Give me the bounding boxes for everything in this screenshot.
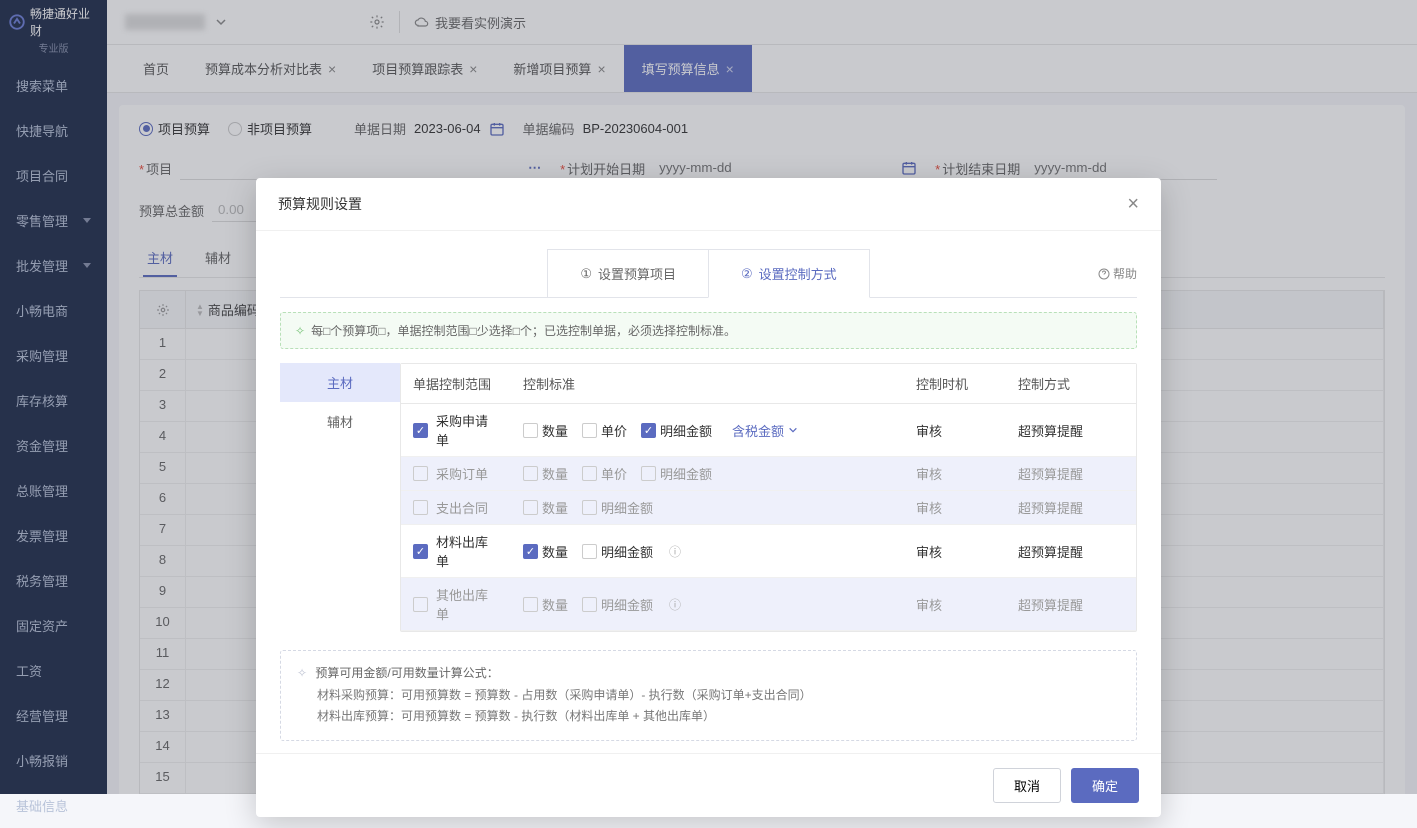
checkbox-detail[interactable] xyxy=(582,597,597,612)
checkbox-scope[interactable] xyxy=(413,423,428,438)
rule-side-aux[interactable]: 辅材 xyxy=(280,402,400,441)
chevron-down-icon xyxy=(788,425,798,435)
help-link[interactable]: 帮助 xyxy=(1098,265,1137,282)
checkbox-scope[interactable] xyxy=(413,466,428,481)
checkbox-qty[interactable] xyxy=(523,466,538,481)
info-icon: ⓘ xyxy=(669,596,681,613)
checkbox-detail[interactable] xyxy=(582,544,597,559)
col-time: 控制时机 xyxy=(904,364,1006,403)
checkbox-qty[interactable] xyxy=(523,544,538,559)
rule-side-tabs: 主材 辅材 xyxy=(280,363,400,632)
checkbox-scope[interactable] xyxy=(413,544,428,559)
rule-row-0: 采购申请单数量单价明细金额含税金额 审核超预算提醒 xyxy=(401,404,1136,457)
rule-row-4: 其他出库单数量明细金额ⓘ审核超预算提醒 xyxy=(401,578,1136,631)
modal-overlay: 预算规则设置 × ① 设置预算项目 ② 设置控制方式 帮助 ✧ 每□个预算项□，… xyxy=(0,0,1417,794)
checkbox-scope[interactable] xyxy=(413,597,428,612)
checkbox-detail[interactable] xyxy=(641,423,656,438)
col-scope: 单据控制范围 xyxy=(401,364,511,403)
checkbox-qty[interactable] xyxy=(523,423,538,438)
rule-row-2: 支出合同数量明细金额审核超预算提醒 xyxy=(401,491,1136,525)
close-icon[interactable]: × xyxy=(1127,194,1139,214)
dialog-title: 预算规则设置 xyxy=(278,194,362,214)
checkbox-qty[interactable] xyxy=(523,500,538,515)
checkbox-price[interactable] xyxy=(582,423,597,438)
hint-banner: ✧ 每□个预算项□，单据控制范围□少选择□个；已选控制单据，必须选择控制标准。 xyxy=(280,312,1137,349)
cancel-button[interactable]: 取消 xyxy=(993,768,1061,803)
checkbox-detail[interactable] xyxy=(582,500,597,515)
dialog-tab-2[interactable]: ② 设置控制方式 xyxy=(708,249,870,298)
sparkle-icon: ✧ xyxy=(295,324,305,338)
budget-rule-dialog: 预算规则设置 × ① 设置预算项目 ② 设置控制方式 帮助 ✧ 每□个预算项□，… xyxy=(256,178,1161,817)
dialog-tab-1[interactable]: ① 设置预算项目 xyxy=(547,249,708,298)
formula-box: ✧ 预算可用金额/可用数量计算公式： 材料采购预算：可用预算数 = 预算数 - … xyxy=(280,650,1137,741)
checkbox-price[interactable] xyxy=(582,466,597,481)
help-icon xyxy=(1098,268,1110,280)
checkbox-scope[interactable] xyxy=(413,500,428,515)
col-way: 控制方式 xyxy=(1006,364,1136,403)
checkbox-qty[interactable] xyxy=(523,597,538,612)
ok-button[interactable]: 确定 xyxy=(1071,768,1139,803)
col-standard: 控制标准 xyxy=(511,364,904,403)
rule-row-3: 材料出库单数量明细金额ⓘ审核超预算提醒 xyxy=(401,525,1136,578)
bulb-icon: ✧ xyxy=(297,666,307,680)
rule-side-main[interactable]: 主材 xyxy=(280,363,400,402)
rule-row-1: 采购订单数量单价明细金额审核超预算提醒 xyxy=(401,457,1136,491)
tax-select[interactable]: 含税金额 xyxy=(732,421,798,440)
info-icon: ⓘ xyxy=(669,543,681,560)
rule-table: 单据控制范围 控制标准 控制时机 控制方式 采购申请单数量单价明细金额含税金额 … xyxy=(400,363,1137,632)
checkbox-detail[interactable] xyxy=(641,466,656,481)
